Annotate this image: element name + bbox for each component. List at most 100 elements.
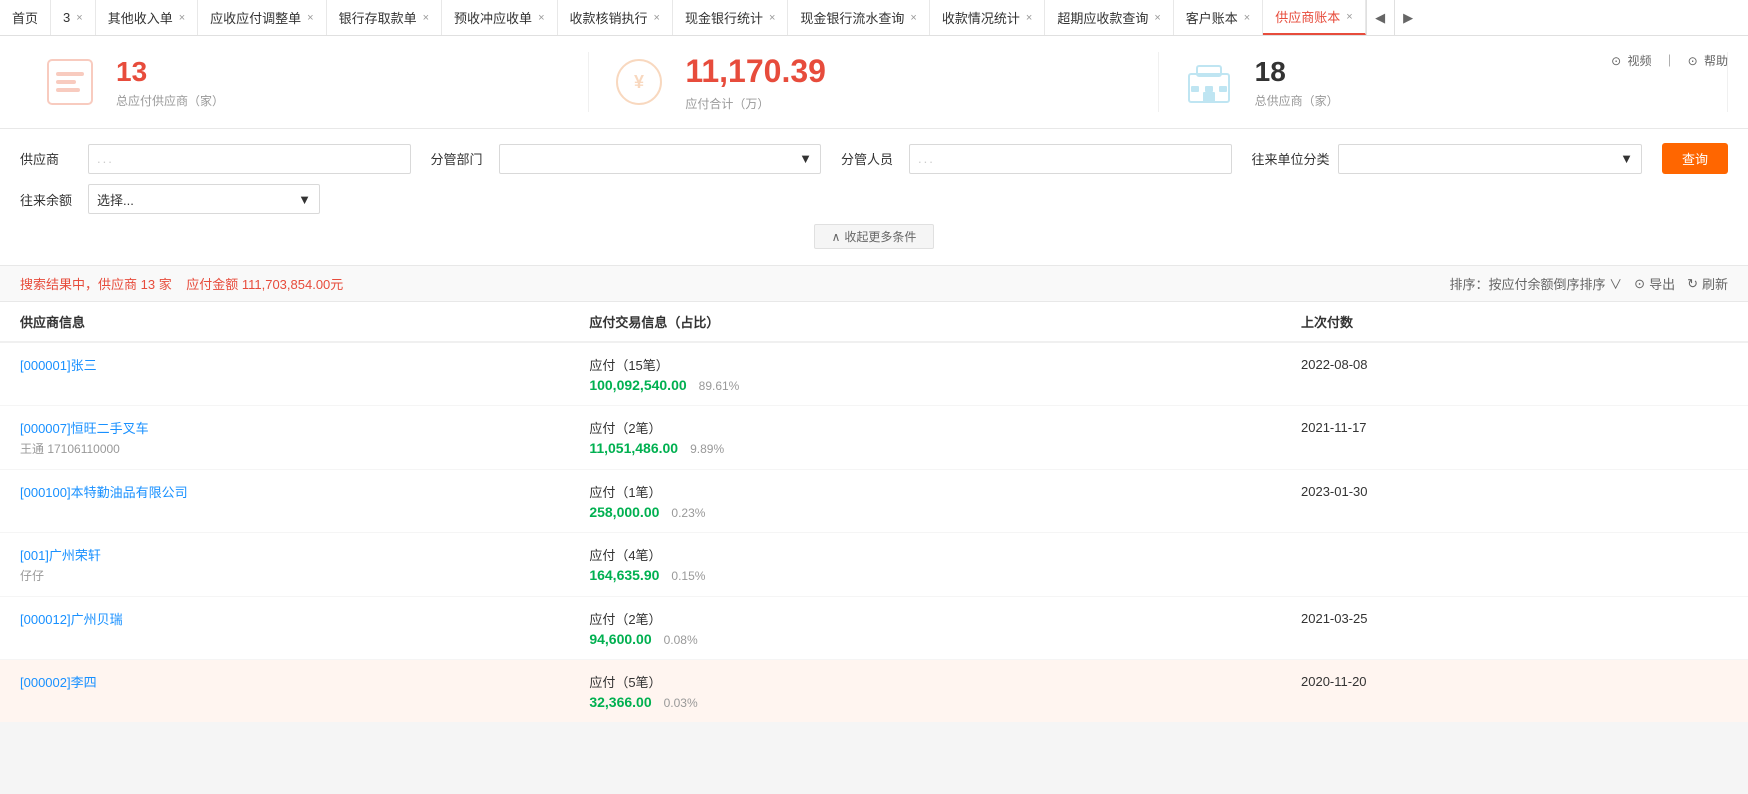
nav-close-supplier-book[interactable]: × (1346, 11, 1352, 23)
trans-info-3: 应付（4笔） 164,635.90 0.15% (589, 545, 1301, 583)
total-suppliers-label: 总供应商（家） (1255, 92, 1339, 109)
nav-next-arrow[interactable]: ▶ (1394, 0, 1422, 36)
search-button[interactable]: 查询 (1662, 143, 1728, 174)
ap-suppliers-icon (40, 52, 100, 112)
nav-item-tab3[interactable]: 3 × (51, 0, 96, 35)
table-row[interactable]: [000012]广州贝瑞 应付（2笔） 94,600.00 0.08% 2021… (0, 597, 1748, 660)
nav-close-customer-book[interactable]: × (1244, 12, 1250, 24)
trans-percent-5: 0.03% (664, 696, 698, 710)
export-label: 导出 (1649, 274, 1675, 293)
table-row[interactable]: [000002]李四 应付（5笔） 32,366.00 0.03% 2020-1… (0, 660, 1748, 723)
total-suppliers-content: 18 总供应商（家） (1255, 55, 1339, 110)
filter-balance: 往来余额 选择... ▼ (20, 184, 320, 214)
nav-item-receipt-verify[interactable]: 收款核销执行 × (558, 0, 673, 35)
ap-suppliers-number: 13 (116, 55, 224, 89)
table-row[interactable]: [000001]张三 应付（15笔） 100,092,540.00 89.61%… (0, 343, 1748, 406)
table-row[interactable]: [000100]本特勤油品有限公司 应付（1笔） 258,000.00 0.23… (0, 470, 1748, 533)
supplier-sub-1: 王通 17106110000 (20, 440, 589, 457)
table-body: [000001]张三 应付（15笔） 100,092,540.00 89.61%… (0, 343, 1748, 723)
trans-amount-1[interactable]: 11,051,486.00 (589, 440, 678, 456)
nav-item-cash-bank-stat[interactable]: 现金银行统计 × (673, 0, 788, 35)
nav-item-supplier-book[interactable]: 供应商账本 × (1263, 0, 1365, 35)
help-links: ⊙ 视频 ｜ ⊙ 帮助 (1611, 52, 1728, 69)
summary-card-ap-suppliers: 13 总应付供应商（家） (20, 52, 589, 112)
nav-item-ar-ap-adjust-label: 应收应付调整单 (210, 8, 301, 27)
nav-item-overdue-ar[interactable]: 超期应收款查询 × (1045, 0, 1173, 35)
nav-item-bank-deposit[interactable]: 银行存取款单 × (327, 0, 442, 35)
person-label: 分管人员 (841, 149, 901, 168)
nav-item-customer-book[interactable]: 客户账本 × (1174, 0, 1263, 35)
trans-amount-0[interactable]: 100,092,540.00 (589, 377, 686, 393)
trans-row-1: 11,051,486.00 9.89% (589, 437, 1301, 456)
nav-item-receipt-stat[interactable]: 收款情况统计 × (930, 0, 1045, 35)
nav-item-home[interactable]: 首页 (0, 0, 51, 35)
person-input[interactable]: ... (909, 144, 1232, 174)
balance-select[interactable]: 选择... ▼ (88, 184, 320, 214)
nav-close-bank-deposit[interactable]: × (423, 12, 429, 24)
trans-amount-3[interactable]: 164,635.90 (589, 567, 659, 583)
dept-select[interactable]: ▼ (499, 144, 822, 174)
nav-close-receipt-stat[interactable]: × (1026, 12, 1032, 24)
nav-close-other-income[interactable]: × (179, 12, 185, 24)
table-row[interactable]: [000007]恒旺二手叉车 王通 17106110000 应付（2笔） 11,… (0, 406, 1748, 470)
col-header-transaction: 应付交易信息（占比） (589, 312, 1301, 331)
filter-area: 供应商 ... 分管部门 ▼ 分管人员 ... 往来单位分类 ▼ (0, 129, 1748, 266)
table-row[interactable]: [001]广州荣轩 仔仔 应付（4笔） 164,635.90 0.15% (0, 533, 1748, 597)
trans-amount-5[interactable]: 32,366.00 (589, 694, 651, 710)
nav-item-prepay-ar-label: 预收冲应收单 (454, 8, 532, 27)
trans-row-0: 100,092,540.00 89.61% (589, 374, 1301, 393)
export-button[interactable]: ⊙ 导出 (1634, 274, 1675, 293)
help-separator: ｜ (1664, 52, 1676, 69)
nav-item-tab3-label: 3 (63, 10, 70, 25)
supplier-sub-3: 仔仔 (20, 567, 589, 584)
trans-percent-4: 0.08% (664, 633, 698, 647)
trans-amount-2[interactable]: 258,000.00 (589, 504, 659, 520)
nav-close-receipt-verify[interactable]: × (654, 12, 660, 24)
collapse-label: 收起更多条件 (844, 228, 916, 245)
last-pay-1: 2021-11-17 (1301, 418, 1728, 435)
nav-item-prepay-ar[interactable]: 预收冲应收单 × (442, 0, 557, 35)
supplier-input[interactable]: ... (88, 144, 411, 174)
supplier-link-4[interactable]: [000012]广州贝瑞 (20, 612, 123, 627)
dept-label: 分管部门 (431, 149, 491, 168)
refresh-button[interactable]: ↻ 刷新 (1687, 274, 1728, 293)
trans-percent-2: 0.23% (671, 506, 705, 520)
nav-close-ar-ap-adjust[interactable]: × (307, 12, 313, 24)
supplier-info-4: [000012]广州贝瑞 (20, 609, 589, 628)
last-pay-2: 2023-01-30 (1301, 482, 1728, 499)
nav-item-cash-flow-query-label: 现金银行流水查询 (800, 8, 904, 27)
category-select[interactable]: ▼ (1338, 144, 1642, 174)
filter-person: 分管人员 ... (841, 144, 1232, 174)
nav-close-prepay-ar[interactable]: × (538, 12, 544, 24)
video-link[interactable]: ⊙ 视频 (1611, 52, 1651, 69)
result-info-mid: 家 (159, 277, 172, 292)
col-header-supplier: 供应商信息 (20, 312, 589, 331)
nav-item-cash-flow-query[interactable]: 现金银行流水查询 × (788, 0, 929, 35)
collapse-button[interactable]: ∧ 收起更多条件 (814, 224, 934, 249)
ap-suppliers-label: 总应付供应商（家） (116, 92, 224, 109)
nav-prev-arrow[interactable]: ◀ (1366, 0, 1394, 36)
balance-label: 往来余额 (20, 190, 80, 209)
nav-item-ar-ap-adjust[interactable]: 应收应付调整单 × (198, 0, 326, 35)
supplier-link-2[interactable]: [000100]本特勤油品有限公司 (20, 485, 188, 500)
nav-close-tab3[interactable]: × (76, 12, 82, 24)
nav-close-cash-bank-stat[interactable]: × (769, 12, 775, 24)
trans-label-1: 应付（2笔） (589, 418, 1301, 437)
nav-close-cash-flow-query[interactable]: × (910, 12, 916, 24)
ap-total-icon: ¥ (609, 52, 669, 112)
supplier-link-3[interactable]: [001]广州荣轩 (20, 548, 101, 563)
trans-label-0: 应付（15笔） (589, 355, 1301, 374)
trans-amount-4[interactable]: 94,600.00 (589, 631, 651, 647)
supplier-link-5[interactable]: [000002]李四 (20, 675, 97, 690)
supplier-link-1[interactable]: [000007]恒旺二手叉车 (20, 421, 149, 436)
last-pay-4: 2021-03-25 (1301, 609, 1728, 626)
help-link[interactable]: ⊙ 帮助 (1688, 52, 1728, 69)
category-arrow: ▼ (1620, 151, 1633, 166)
result-ap-amount: 111,703,854.00元 (242, 277, 343, 292)
sort-label: 排序：按应付余额倒序排序 ∨ (1450, 274, 1623, 293)
supplier-link-0[interactable]: [000001]张三 (20, 358, 97, 373)
export-icon: ⊙ (1634, 276, 1645, 292)
nav-item-other-income[interactable]: 其他收入单 × (96, 0, 198, 35)
nav-close-overdue-ar[interactable]: × (1154, 12, 1160, 24)
nav-item-cash-bank-stat-label: 现金银行统计 (685, 8, 763, 27)
